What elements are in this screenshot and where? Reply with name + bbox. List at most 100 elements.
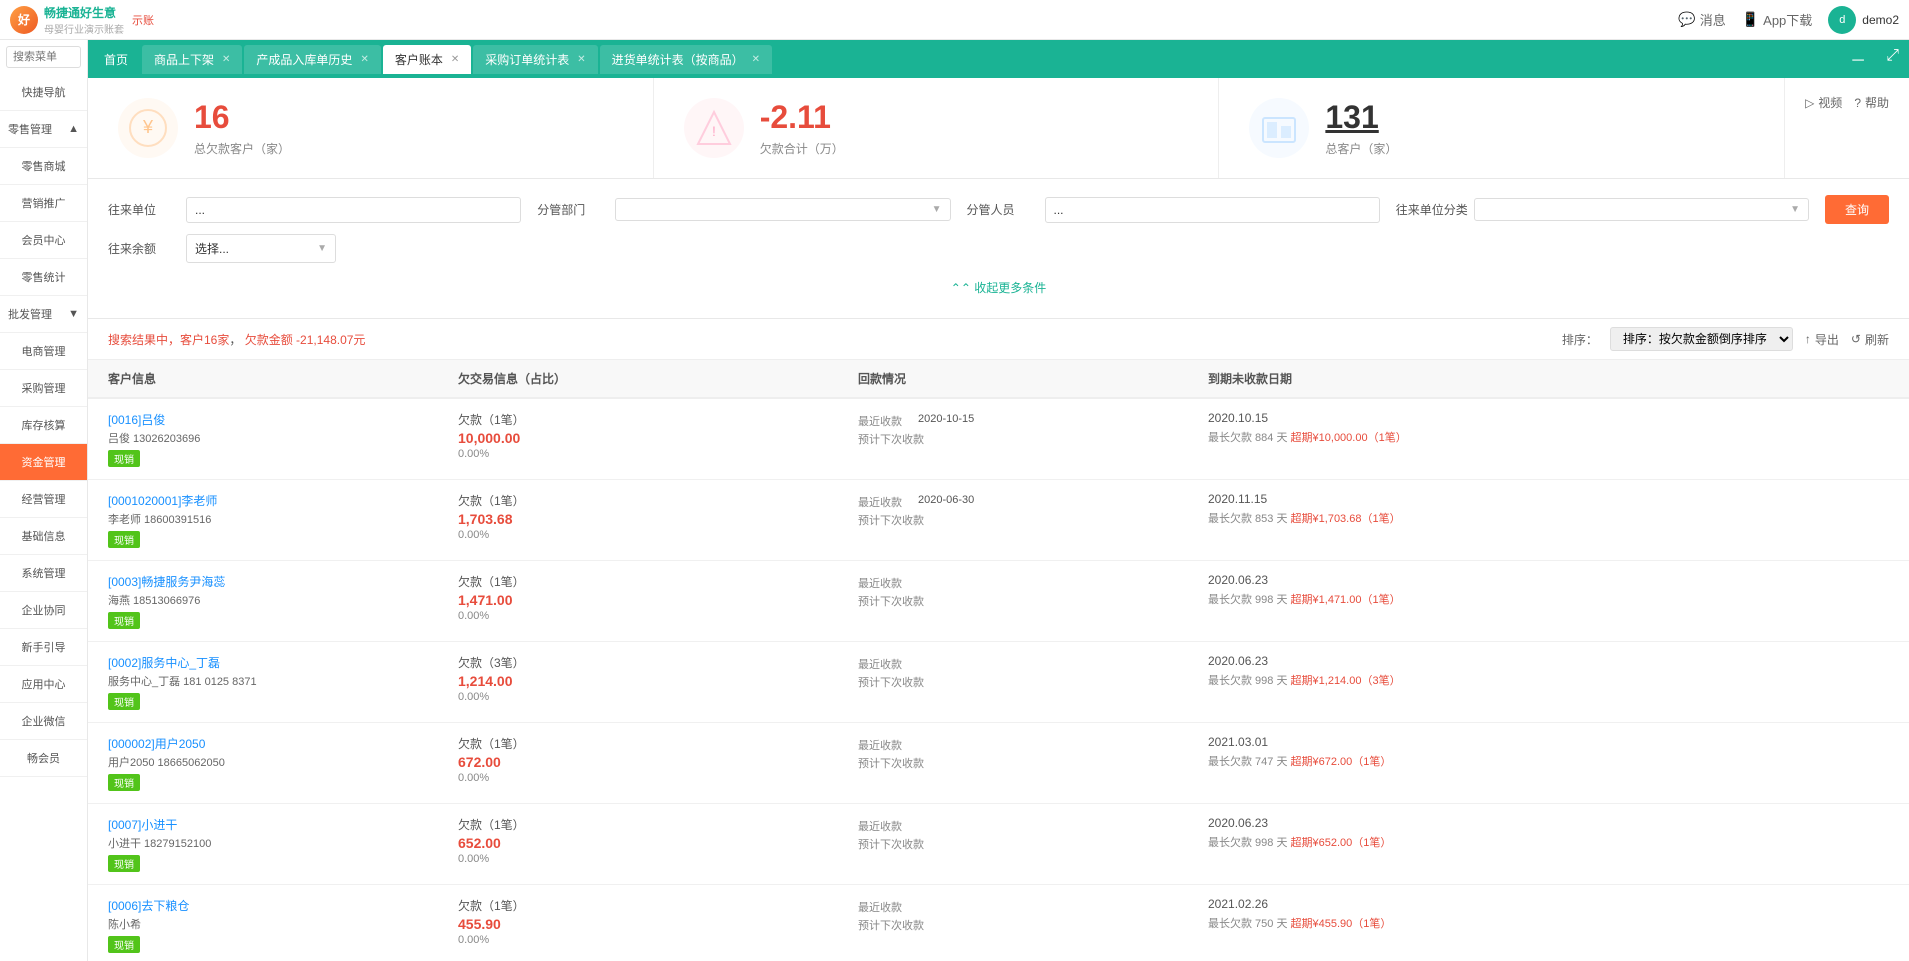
results-actions: 排序： 排序：按欠款金额倒序排序 ↑ 导出 ↺ 刷新 bbox=[1562, 327, 1889, 351]
data-table: 客户信息 欠交易信息（占比） 回款情况 到期未收款日期 [0016]吕俊 吕俊 … bbox=[88, 360, 1909, 961]
user-menu[interactable]: d demo2 bbox=[1828, 6, 1899, 34]
sidebar-item-vip[interactable]: 畅会员 bbox=[0, 740, 87, 777]
filter-section: 往来单位 ... 分管部门 ▼ bbox=[88, 179, 1909, 319]
sidebar-item-finance[interactable]: 资金管理 bbox=[0, 444, 87, 481]
overdue-link-1[interactable]: 超期¥1,703.68（1笔） bbox=[1291, 513, 1401, 525]
tab-maximize-button[interactable]: ⤢ bbox=[1880, 45, 1905, 73]
export-button[interactable]: ↑ 导出 bbox=[1805, 331, 1839, 348]
tab-close-products-offline[interactable]: ✕ bbox=[222, 54, 230, 65]
logo-text: 畅捷通好生意 母婴行业演示账套 bbox=[44, 4, 124, 36]
logo-icon: 好 bbox=[10, 6, 38, 34]
collection-info-3: 最近收款 预计下次收款 bbox=[858, 654, 1208, 692]
stat-card-total: 131 总客户（家） bbox=[1219, 78, 1785, 178]
unit-category-select[interactable]: ▼ bbox=[1474, 198, 1809, 221]
source-unit-input[interactable]: ... bbox=[186, 197, 521, 223]
tab-close-purchase-order[interactable]: ✕ bbox=[577, 54, 585, 65]
results-bar: 搜索结果中，客户16家， 欠款金额 -21,148.07元 排序： 排序：按欠款… bbox=[88, 319, 1909, 360]
table-row: [000002]用户2050 用户2050 18665062050 现销 欠款（… bbox=[88, 723, 1909, 804]
app-download-button[interactable]: 📱 App下载 bbox=[1742, 10, 1813, 29]
sidebar-item-marketing[interactable]: 营销推广 bbox=[0, 185, 87, 222]
sidebar-item-ops[interactable]: 经营管理 bbox=[0, 481, 87, 518]
collapse-filter-button[interactable]: ⌃⌃ 收起更多条件 bbox=[108, 273, 1889, 302]
sidebar-item-batch-manage[interactable]: 批发管理 ▼ bbox=[0, 296, 87, 333]
collection-info-1: 最近收款 2020-06-30 预计下次收款 bbox=[858, 492, 1208, 530]
sidebar-item-corp[interactable]: 企业协同 bbox=[0, 592, 87, 629]
filter-dept: 分管部门 ▼ bbox=[537, 198, 950, 221]
dept-select[interactable]: ▼ bbox=[615, 198, 950, 221]
tab-products-offline[interactable]: 商品上下架 ✕ bbox=[142, 45, 242, 74]
sidebar-item-retail-manage[interactable]: 零售管理 ▲ bbox=[0, 111, 87, 148]
refresh-icon: ↺ bbox=[1851, 332, 1861, 346]
overdue-link-4[interactable]: 超期¥672.00（1笔） bbox=[1291, 756, 1392, 768]
due-date-info-5: 2020.06.23 最长欠款 998 天 超期¥652.00（1笔） bbox=[1208, 816, 1889, 850]
customer-name-4[interactable]: [000002]用户2050 bbox=[108, 735, 458, 752]
orange-nav-link[interactable]: 示账 bbox=[132, 12, 154, 28]
help-icon: ? bbox=[1854, 96, 1861, 110]
sort-select[interactable]: 排序：按欠款金额倒序排序 bbox=[1610, 327, 1793, 351]
stat-icon-customers: ¥ bbox=[118, 98, 178, 158]
customer-name-3[interactable]: [0002]服务中心_丁磊 bbox=[108, 654, 458, 671]
sidebar-item-wechat[interactable]: 企业微信 bbox=[0, 703, 87, 740]
table-header: 客户信息 欠交易信息（占比） 回款情况 到期未收款日期 bbox=[88, 360, 1909, 399]
sidebar-item-inventory[interactable]: 库存核算 bbox=[0, 407, 87, 444]
customer-name-6[interactable]: [0006]去下粮仓 bbox=[108, 897, 458, 914]
tab-goods-stats[interactable]: 进货单统计表（按商品） ✕ bbox=[600, 45, 772, 74]
customer-name-2[interactable]: [0003]畅捷服务尹海蕊 bbox=[108, 573, 458, 590]
dept-chevron-icon: ▼ bbox=[932, 204, 942, 215]
overdue-link-0[interactable]: 超期¥10,000.00（1笔） bbox=[1291, 432, 1407, 444]
filter-row-1: 往来单位 ... 分管部门 ▼ bbox=[108, 195, 1889, 224]
overdue-link-6[interactable]: 超期¥455.90（1笔） bbox=[1291, 918, 1392, 930]
balance-select[interactable]: 选择... ▼ bbox=[186, 234, 336, 263]
manager-input[interactable]: ... bbox=[1045, 197, 1380, 223]
tab-customer-account[interactable]: 客户账本 ✕ bbox=[383, 45, 471, 74]
tab-production-history[interactable]: 产成品入库单历史 ✕ bbox=[244, 45, 380, 74]
refresh-button[interactable]: ↺ 刷新 bbox=[1851, 331, 1889, 348]
sidebar-item-apps[interactable]: 应用中心 bbox=[0, 666, 87, 703]
collection-info-5: 最近收款 预计下次收款 bbox=[858, 816, 1208, 854]
overdue-link-2[interactable]: 超期¥1,471.00（1笔） bbox=[1291, 594, 1401, 606]
collection-info-6: 最近收款 预计下次收款 bbox=[858, 897, 1208, 935]
sidebar-item-quick-nav[interactable]: 快捷导航 bbox=[0, 74, 87, 111]
stat-info-debt: -2.11 欠款合计（万） bbox=[760, 99, 844, 157]
tab-close-production-history[interactable]: ✕ bbox=[360, 54, 368, 65]
due-date-info-0: 2020.10.15 最长欠款 884 天 超期¥10,000.00（1笔） bbox=[1208, 411, 1889, 445]
tab-purchase-order[interactable]: 采购订单统计表 ✕ bbox=[473, 45, 597, 74]
sort-label: 排序： bbox=[1562, 331, 1598, 348]
sidebar-item-retail-mall[interactable]: 零售商城 bbox=[0, 148, 87, 185]
export-icon: ↑ bbox=[1805, 332, 1811, 346]
help-button[interactable]: ? 帮助 bbox=[1854, 94, 1889, 111]
customer-info-0: [0016]吕俊 吕俊 13026203696 现销 bbox=[108, 411, 458, 467]
tab-home[interactable]: 首页 bbox=[92, 45, 140, 74]
tab-close-customer-account[interactable]: ✕ bbox=[451, 54, 459, 65]
sidebar-item-ecom[interactable]: 电商管理 bbox=[0, 333, 87, 370]
chevron-down-icon-2: ▼ bbox=[68, 308, 79, 320]
sidebar-item-guide[interactable]: 新手引导 bbox=[0, 629, 87, 666]
overdue-link-5[interactable]: 超期¥652.00（1笔） bbox=[1291, 837, 1392, 849]
top-bar-left: 好 畅捷通好生意 母婴行业演示账套 示账 bbox=[10, 4, 154, 36]
tab-minimize-button[interactable]: － bbox=[1844, 45, 1872, 73]
overdue-link-3[interactable]: 超期¥1,214.00（3笔） bbox=[1291, 675, 1401, 687]
sidebar-item-base[interactable]: 基础信息 bbox=[0, 518, 87, 555]
sidebar-search-container bbox=[0, 40, 87, 74]
search-button[interactable]: 查询 bbox=[1825, 195, 1889, 224]
sidebar-item-member[interactable]: 会员中心 bbox=[0, 222, 87, 259]
customer-name-5[interactable]: [0007]小进干 bbox=[108, 816, 458, 833]
table-row: [0001020001]李老师 李老师 18600391516 现销 欠款（1笔… bbox=[88, 480, 1909, 561]
table-row: [0002]服务中心_丁磊 服务中心_丁磊 181 0125 8371 现销 欠… bbox=[88, 642, 1909, 723]
customer-name-0[interactable]: [0016]吕俊 bbox=[108, 411, 458, 428]
video-icon: ▷ bbox=[1805, 96, 1814, 110]
customer-info-6: [0006]去下粮仓 陈小希 现销 bbox=[108, 897, 458, 953]
stat-card-customers: ¥ 16 总欠款客户（家） bbox=[88, 78, 654, 178]
sidebar-item-system[interactable]: 系统管理 bbox=[0, 555, 87, 592]
sidebar-item-purchase[interactable]: 采购管理 bbox=[0, 370, 87, 407]
sidebar-item-retail-stats[interactable]: 零售统计 bbox=[0, 259, 87, 296]
customer-name-1[interactable]: [0001020001]李老师 bbox=[108, 492, 458, 509]
main-content: ¥ 16 总欠款客户（家） ! bbox=[88, 78, 1909, 961]
tab-close-goods-stats[interactable]: ✕ bbox=[752, 54, 760, 65]
stats-panel: ¥ 16 总欠款客户（家） ! bbox=[88, 78, 1909, 179]
filter-source-unit: 往来单位 ... bbox=[108, 197, 521, 223]
search-menu-input[interactable] bbox=[6, 46, 81, 68]
stat-icon-debt: ! bbox=[684, 98, 744, 158]
message-button[interactable]: 💬 消息 bbox=[1678, 10, 1725, 29]
video-help-button[interactable]: ▷ 视频 bbox=[1805, 94, 1842, 111]
